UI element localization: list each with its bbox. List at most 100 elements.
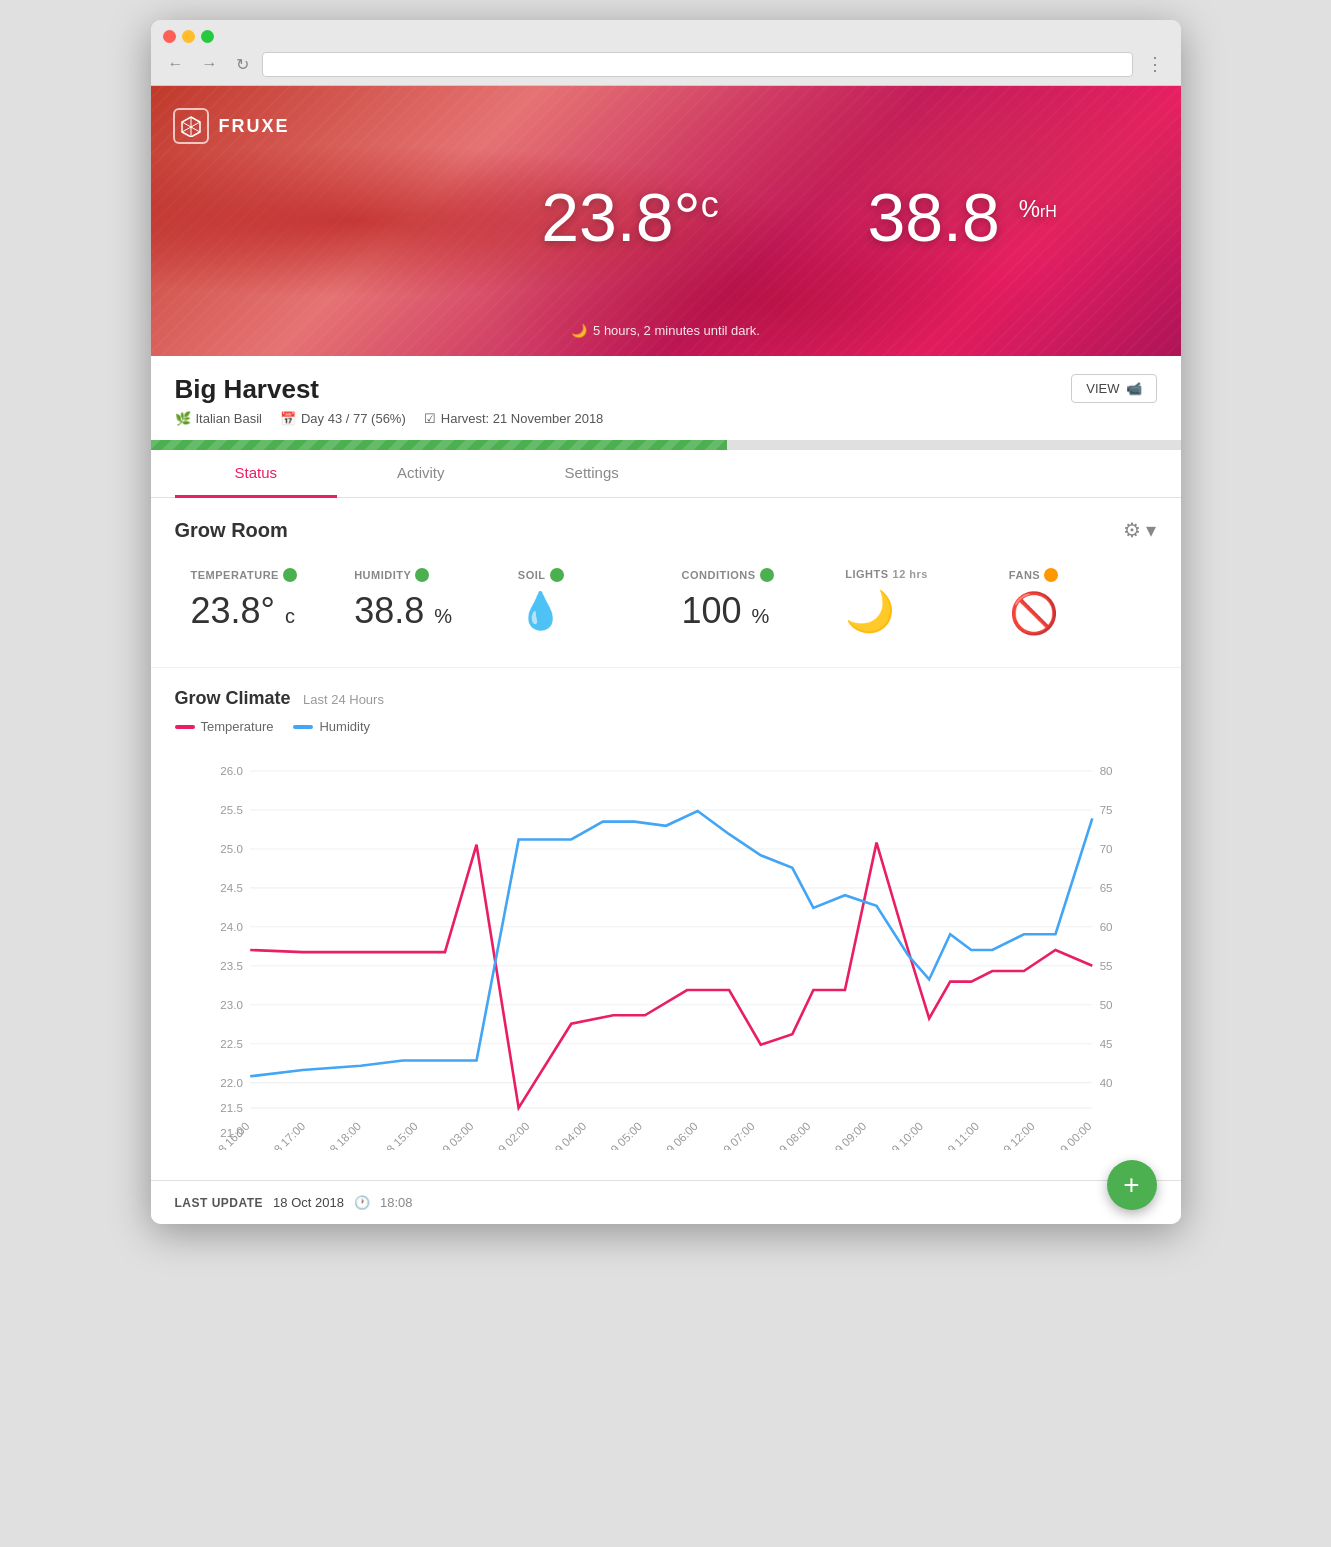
temperature-value: 23.8° c bbox=[191, 590, 323, 632]
tabs: Status Activity Settings bbox=[151, 450, 1181, 498]
last-update-time: 18:08 bbox=[380, 1195, 413, 1210]
chart-area: 26.0 25.5 25.0 24.5 24.0 23.5 23.0 22.5 … bbox=[175, 750, 1157, 1150]
check-icon: ☑ bbox=[424, 411, 436, 426]
humidity-value: 38.8 % bbox=[354, 590, 486, 632]
hero-temperature: 23.8°c bbox=[541, 178, 719, 256]
browser-chrome: ← → ↻ ⋮ bbox=[151, 20, 1181, 86]
humidity-status bbox=[415, 568, 429, 582]
view-button[interactable]: VIEW 📹 bbox=[1071, 374, 1156, 403]
metric-soil: SOIL 💧 bbox=[502, 558, 666, 647]
svg-text:55: 55 bbox=[1099, 960, 1112, 972]
metric-temperature-label: TEMPERATURE bbox=[191, 568, 323, 582]
temperature-line bbox=[250, 843, 1092, 1108]
metric-fans-label: FANS bbox=[1009, 568, 1141, 582]
browser-dots bbox=[163, 30, 1169, 43]
leaf-icon: 🌿 bbox=[175, 411, 191, 426]
project-header: Big Harvest 🌿 Italian Basil 📅 Day 43 / 7… bbox=[151, 356, 1181, 436]
hero-logo: FRUXE bbox=[173, 108, 290, 144]
chart-legend: Temperature Humidity bbox=[175, 719, 1157, 734]
chart-header: Grow Climate Last 24 Hours Temperature H… bbox=[175, 688, 1157, 734]
hero-humidity: 38.8 %rH bbox=[867, 178, 1057, 256]
chart-section: Grow Climate Last 24 Hours Temperature H… bbox=[151, 667, 1181, 1180]
back-button[interactable]: ← bbox=[163, 53, 189, 75]
legend-temp-color bbox=[175, 725, 195, 729]
metric-humidity: HUMIDITY 38.8 % bbox=[338, 558, 502, 647]
metric-conditions-label: CONDITIONS bbox=[682, 568, 814, 582]
main-content: Big Harvest 🌿 Italian Basil 📅 Day 43 / 7… bbox=[151, 356, 1181, 1180]
minimize-dot[interactable] bbox=[182, 30, 195, 43]
fans-status bbox=[1044, 568, 1058, 582]
settings-button[interactable]: ⚙ ▾ bbox=[1123, 518, 1157, 542]
svg-text:65: 65 bbox=[1099, 882, 1112, 894]
moon-icon: 🌙 bbox=[571, 323, 587, 338]
logo-text: FRUXE bbox=[219, 116, 290, 137]
grow-room-section: Grow Room ⚙ ▾ TEMPERATURE 23.8° c bbox=[151, 498, 1181, 667]
metric-lights: LIGHTS 12 hrs 🌙 bbox=[829, 558, 993, 647]
svg-text:2018-10-18 16:00: 2018-10-18 16:00 bbox=[178, 1120, 251, 1150]
bottom-bar: LAST UPDATE 18 Oct 2018 🕐 18:08 + bbox=[151, 1180, 1181, 1224]
metric-fans: FANS 🚫 bbox=[993, 558, 1157, 647]
fans-icon: 🚫 bbox=[1009, 590, 1141, 637]
chart-subtitle: Last 24 Hours bbox=[303, 692, 384, 707]
svg-text:21.5: 21.5 bbox=[220, 1102, 243, 1114]
menu-icon[interactable]: ⋮ bbox=[1141, 51, 1169, 77]
plant-type: 🌿 Italian Basil bbox=[175, 411, 262, 426]
clock-icon: 🕐 bbox=[354, 1195, 370, 1210]
humidity-line bbox=[250, 811, 1092, 1076]
svg-text:23.0: 23.0 bbox=[220, 999, 243, 1011]
refresh-button[interactable]: ↻ bbox=[231, 53, 254, 76]
metric-soil-label: SOIL bbox=[518, 568, 650, 582]
svg-text:50: 50 bbox=[1099, 999, 1112, 1011]
metrics-row: TEMPERATURE 23.8° c HUMIDITY 38.8 bbox=[175, 558, 1157, 647]
forward-button[interactable]: → bbox=[197, 53, 223, 75]
svg-text:22.0: 22.0 bbox=[220, 1077, 243, 1089]
hero-section: FRUXE 23.8°c 38.8 %rH 🌙 5 hours, 2 minut… bbox=[151, 86, 1181, 356]
add-button[interactable]: + bbox=[1107, 1160, 1157, 1210]
logo-icon bbox=[173, 108, 209, 144]
video-icon: 📹 bbox=[1126, 381, 1142, 396]
chart-svg: 26.0 25.5 25.0 24.5 24.0 23.5 23.0 22.5 … bbox=[175, 750, 1157, 1150]
tab-activity[interactable]: Activity bbox=[337, 450, 505, 498]
svg-text:23.5: 23.5 bbox=[220, 960, 243, 972]
chart-title: Grow Climate bbox=[175, 688, 291, 708]
address-bar[interactable] bbox=[262, 52, 1133, 77]
last-update-date: 18 Oct 2018 bbox=[273, 1195, 344, 1210]
svg-text:60: 60 bbox=[1099, 921, 1112, 933]
browser-window: ← → ↻ ⋮ FRUXE 23.8°c 38.8 %rH bbox=[151, 20, 1181, 1224]
soil-icon: 💧 bbox=[518, 590, 650, 632]
svg-text:22.5: 22.5 bbox=[220, 1038, 243, 1050]
project-title: Big Harvest bbox=[175, 374, 604, 405]
temperature-status bbox=[283, 568, 297, 582]
maximize-dot[interactable] bbox=[201, 30, 214, 43]
progress-bar bbox=[151, 440, 728, 450]
svg-text:24.5: 24.5 bbox=[220, 882, 243, 894]
svg-text:40: 40 bbox=[1099, 1077, 1112, 1089]
grow-room-title: Grow Room bbox=[175, 519, 288, 542]
svg-text:75: 75 bbox=[1099, 804, 1112, 816]
x-axis-labels: 2018-10-18 16:00 2018-10-18 17:00 2018-1… bbox=[178, 1120, 1093, 1150]
metric-temperature: TEMPERATURE 23.8° c bbox=[175, 558, 339, 647]
project-info: Big Harvest 🌿 Italian Basil 📅 Day 43 / 7… bbox=[175, 374, 604, 426]
grow-room-header: Grow Room ⚙ ▾ bbox=[175, 518, 1157, 542]
metric-lights-label: LIGHTS 12 hrs bbox=[845, 568, 977, 580]
soil-status bbox=[550, 568, 564, 582]
progress-bar-container bbox=[151, 440, 1181, 450]
last-update-label: LAST UPDATE bbox=[175, 1196, 264, 1210]
browser-nav: ← → ↻ ⋮ bbox=[163, 51, 1169, 77]
close-dot[interactable] bbox=[163, 30, 176, 43]
legend-humidity: Humidity bbox=[293, 719, 370, 734]
metric-humidity-label: HUMIDITY bbox=[354, 568, 486, 582]
day-count: 📅 Day 43 / 77 (56%) bbox=[280, 411, 406, 426]
tab-settings[interactable]: Settings bbox=[505, 450, 679, 498]
tab-status[interactable]: Status bbox=[175, 450, 338, 498]
svg-text:24.0: 24.0 bbox=[220, 921, 243, 933]
project-meta: 🌿 Italian Basil 📅 Day 43 / 77 (56%) ☑ Ha… bbox=[175, 411, 604, 426]
legend-temperature: Temperature bbox=[175, 719, 274, 734]
lights-icon: 🌙 bbox=[845, 588, 977, 635]
dark-time-message: 🌙 5 hours, 2 minutes until dark. bbox=[571, 323, 760, 338]
conditions-status bbox=[760, 568, 774, 582]
legend-humidity-color bbox=[293, 725, 313, 729]
svg-text:25.0: 25.0 bbox=[220, 843, 243, 855]
svg-text:45: 45 bbox=[1099, 1038, 1112, 1050]
svg-text:26.0: 26.0 bbox=[220, 765, 243, 777]
